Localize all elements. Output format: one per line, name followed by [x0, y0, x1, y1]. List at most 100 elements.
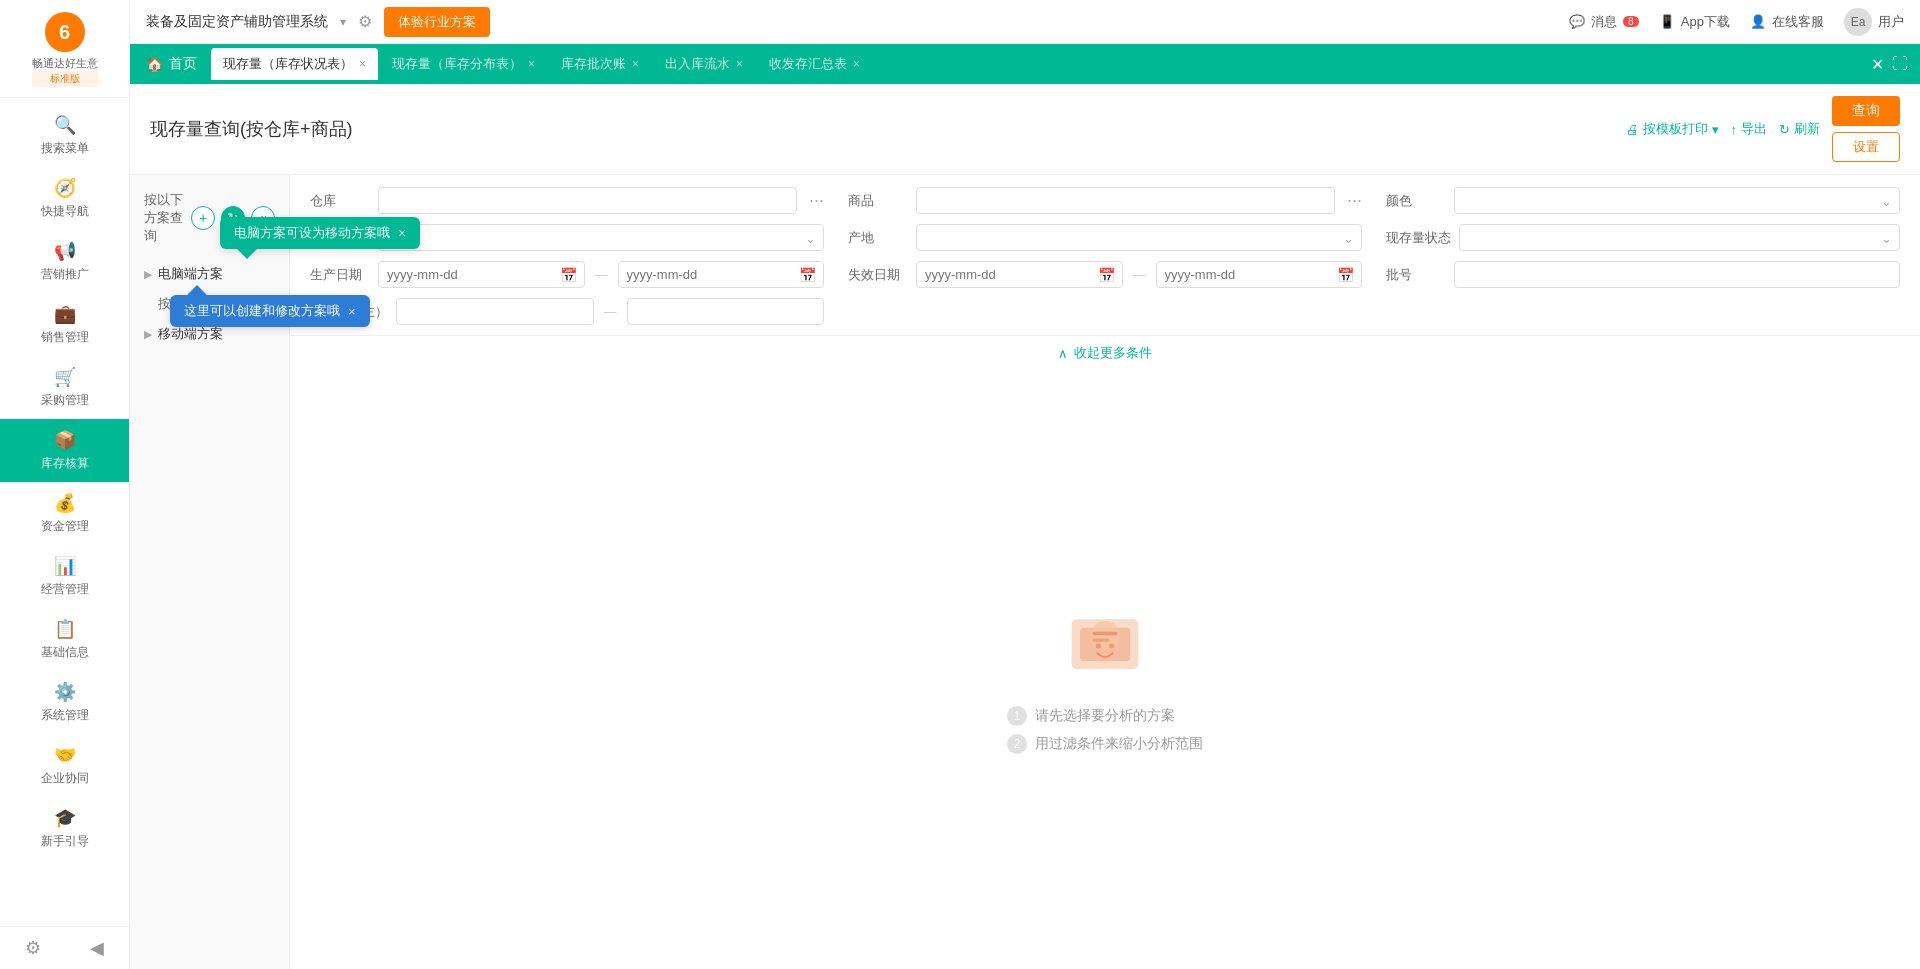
tooltip-close-button[interactable]: × [348, 304, 356, 319]
sidebar-item-label: 新手引导 [41, 833, 89, 850]
empty-tip-2: 2 用过滤条件来缩小分析范围 [1007, 734, 1203, 754]
messages-item[interactable]: 💬 消息 8 [1569, 13, 1639, 31]
sidebar-item-sales[interactable]: 💼 销售管理 [0, 293, 129, 356]
color-label: 颜色 [1386, 192, 1446, 210]
calendar-icon[interactable]: 📅 [1098, 267, 1115, 283]
tab-flow-label: 出入库流水 [665, 55, 730, 73]
tip-num-1: 1 [1007, 706, 1027, 726]
tab-bar: 🏠 首页 现存量（库存状况表） × 现存量（库存分布表） × 库存批次账 × 出… [130, 44, 1920, 84]
tab-close-icon[interactable]: × [528, 57, 535, 71]
collapse-bar[interactable]: ∧ 收起更多条件 [290, 335, 1920, 370]
print-button[interactable]: 🖨 按模板打印 ▾ [1626, 120, 1719, 138]
stock-qty-from-wrap [396, 298, 594, 325]
warehouse-label: 仓库 [310, 192, 370, 210]
tab-batch[interactable]: 库存批次账 × [549, 48, 651, 80]
warehouse-more-icon[interactable]: ··· [809, 190, 824, 211]
tab-summary-label: 收发存汇总表 [769, 55, 847, 73]
batch-input[interactable] [1454, 261, 1900, 288]
warehouse-input[interactable] [378, 187, 797, 214]
size-select[interactable] [378, 224, 824, 251]
logo-area: 6 畅通达好生意 标准版 [0, 0, 129, 98]
color-select[interactable] [1454, 187, 1900, 214]
nav-icon: 🧭 [54, 177, 76, 199]
system-name: 装备及固定资产辅助管理系统 [146, 13, 328, 31]
sidebar-bottom: ⚙ ◀ [0, 926, 129, 969]
calendar-icon[interactable]: 📅 [560, 267, 577, 283]
svg-point-5 [1096, 643, 1101, 648]
setup-button[interactable]: 设置 [1832, 132, 1900, 162]
logo-icon: 6 [45, 12, 85, 52]
origin-select[interactable] [916, 224, 1362, 251]
tooltip-close-button[interactable]: × [398, 225, 406, 241]
online-support-item[interactable]: 👤 在线客服 [1750, 13, 1824, 31]
sidebar-item-enterprise[interactable]: 🤝 企业协同 [0, 734, 129, 797]
settings-button[interactable]: ⚙ [25, 937, 41, 959]
expand-icon: ▶ [144, 268, 152, 281]
sidebar-item-operation[interactable]: 📊 经营管理 [0, 545, 129, 608]
stock-qty-from[interactable] [396, 298, 594, 325]
sidebar-item-inventory[interactable]: 📦 库存核算 [0, 419, 129, 482]
origin-select-wrap [916, 224, 1362, 251]
refresh-button[interactable]: ↻ 刷新 [1779, 120, 1820, 138]
tab-inventory-dist[interactable]: 现存量（库存分布表） × [380, 48, 547, 80]
export-button[interactable]: ↑ 导出 [1731, 120, 1768, 138]
scheme-item-pc[interactable]: ▶ 电脑端方案 [130, 259, 289, 289]
app-download-item[interactable]: 📱 App下载 [1659, 13, 1730, 31]
sidebar-item-finance[interactable]: 💰 资金管理 [0, 482, 129, 545]
tab-summary[interactable]: 收发存汇总表 × [757, 48, 872, 80]
stock-qty-to[interactable] [627, 298, 825, 325]
stock-status-select[interactable] [1459, 224, 1900, 251]
expire-date-from[interactable] [916, 261, 1123, 288]
tab-close-all-icon[interactable]: ✕ [1871, 55, 1884, 74]
tab-flow[interactable]: 出入库流水 × [653, 48, 755, 80]
sidebar-item-system[interactable]: ⚙️ 系统管理 [0, 671, 129, 734]
filter-goods: 商品 ··· [848, 187, 1362, 214]
goods-input[interactable] [916, 187, 1335, 214]
user-item[interactable]: Ea 用户 [1844, 8, 1904, 36]
sidebar-item-search[interactable]: 🔍 搜索菜单 [0, 104, 129, 167]
tab-close-icon[interactable]: × [359, 57, 366, 71]
calendar-icon[interactable]: 📅 [1337, 267, 1354, 283]
sidebar-item-guide[interactable]: 🎓 新手引导 [0, 797, 129, 860]
main-body: 按以下方案查询 + ↻ « ▶ 电脑端方案 按供应商 [130, 175, 1920, 969]
sidebar-item-purchase[interactable]: 🛒 采购管理 [0, 356, 129, 419]
expire-date-to-wrap: 📅 [1156, 261, 1363, 288]
industry-button[interactable]: 体验行业方案 [384, 7, 490, 37]
empty-tips: 1 请先选择要分析的方案 2 用过滤条件来缩小分析范围 [1007, 706, 1203, 754]
chevron-up-icon: ∧ [1058, 346, 1068, 361]
top-header: 装备及固定资产辅助管理系统 ▾ ⚙ 体验行业方案 💬 消息 8 📱 App下载 … [130, 0, 1920, 44]
sidebar-item-label: 经营管理 [41, 581, 89, 598]
goods-more-icon[interactable]: ··· [1347, 190, 1362, 211]
tab-close-icon[interactable]: × [736, 57, 743, 71]
search-icon: 🔍 [54, 114, 76, 136]
collapse-sidebar-button[interactable]: ◀ [90, 937, 104, 959]
content-area: 现存量查询(按仓库+商品) 🖨 按模板打印 ▾ ↑ 导出 ↻ 刷新 [130, 84, 1920, 969]
calendar-icon[interactable]: 📅 [799, 267, 816, 283]
tab-close-icon[interactable]: × [853, 57, 860, 71]
page-header: 现存量查询(按仓库+商品) 🖨 按模板打印 ▾ ↑ 导出 ↻ 刷新 [130, 84, 1920, 175]
query-button[interactable]: 查询 [1832, 96, 1900, 126]
sidebar-item-marketing[interactable]: 📢 营销推广 [0, 230, 129, 293]
system-dropdown-icon[interactable]: ▾ [340, 15, 346, 29]
settings-icon[interactable]: ⚙ [358, 12, 372, 31]
sidebar-item-basic[interactable]: 📋 基础信息 [0, 608, 129, 671]
filter-row-1: 仓库 ··· 商品 ··· [310, 187, 1900, 214]
expire-date-label: 失效日期 [848, 266, 908, 284]
tab-fullscreen-icon[interactable]: ⛶ [1892, 55, 1908, 73]
page-title: 现存量查询(按仓库+商品) [150, 117, 353, 141]
sidebar: 6 畅通达好生意 标准版 🔍 搜索菜单 🧭 快捷导航 📢 营销推广 💼 销售管理… [0, 0, 130, 969]
sidebar-item-nav[interactable]: 🧭 快捷导航 [0, 167, 129, 230]
date-dash: — [595, 267, 608, 282]
scheme-item-label: 电脑端方案 [158, 265, 223, 283]
tab-home[interactable]: 🏠 首页 [134, 48, 209, 80]
color-select-wrap [1454, 187, 1900, 214]
svg-point-6 [1109, 643, 1114, 648]
export-icon: ↑ [1731, 122, 1738, 137]
produce-date-to[interactable] [618, 261, 825, 288]
add-scheme-button[interactable]: + [191, 206, 215, 230]
produce-date-from[interactable] [378, 261, 585, 288]
expire-date-to[interactable] [1156, 261, 1363, 288]
tab-inventory-status[interactable]: 现存量（库存状况表） × [211, 48, 378, 80]
filter-label: 按以下方案查询 [144, 191, 183, 245]
tab-close-icon[interactable]: × [632, 57, 639, 71]
